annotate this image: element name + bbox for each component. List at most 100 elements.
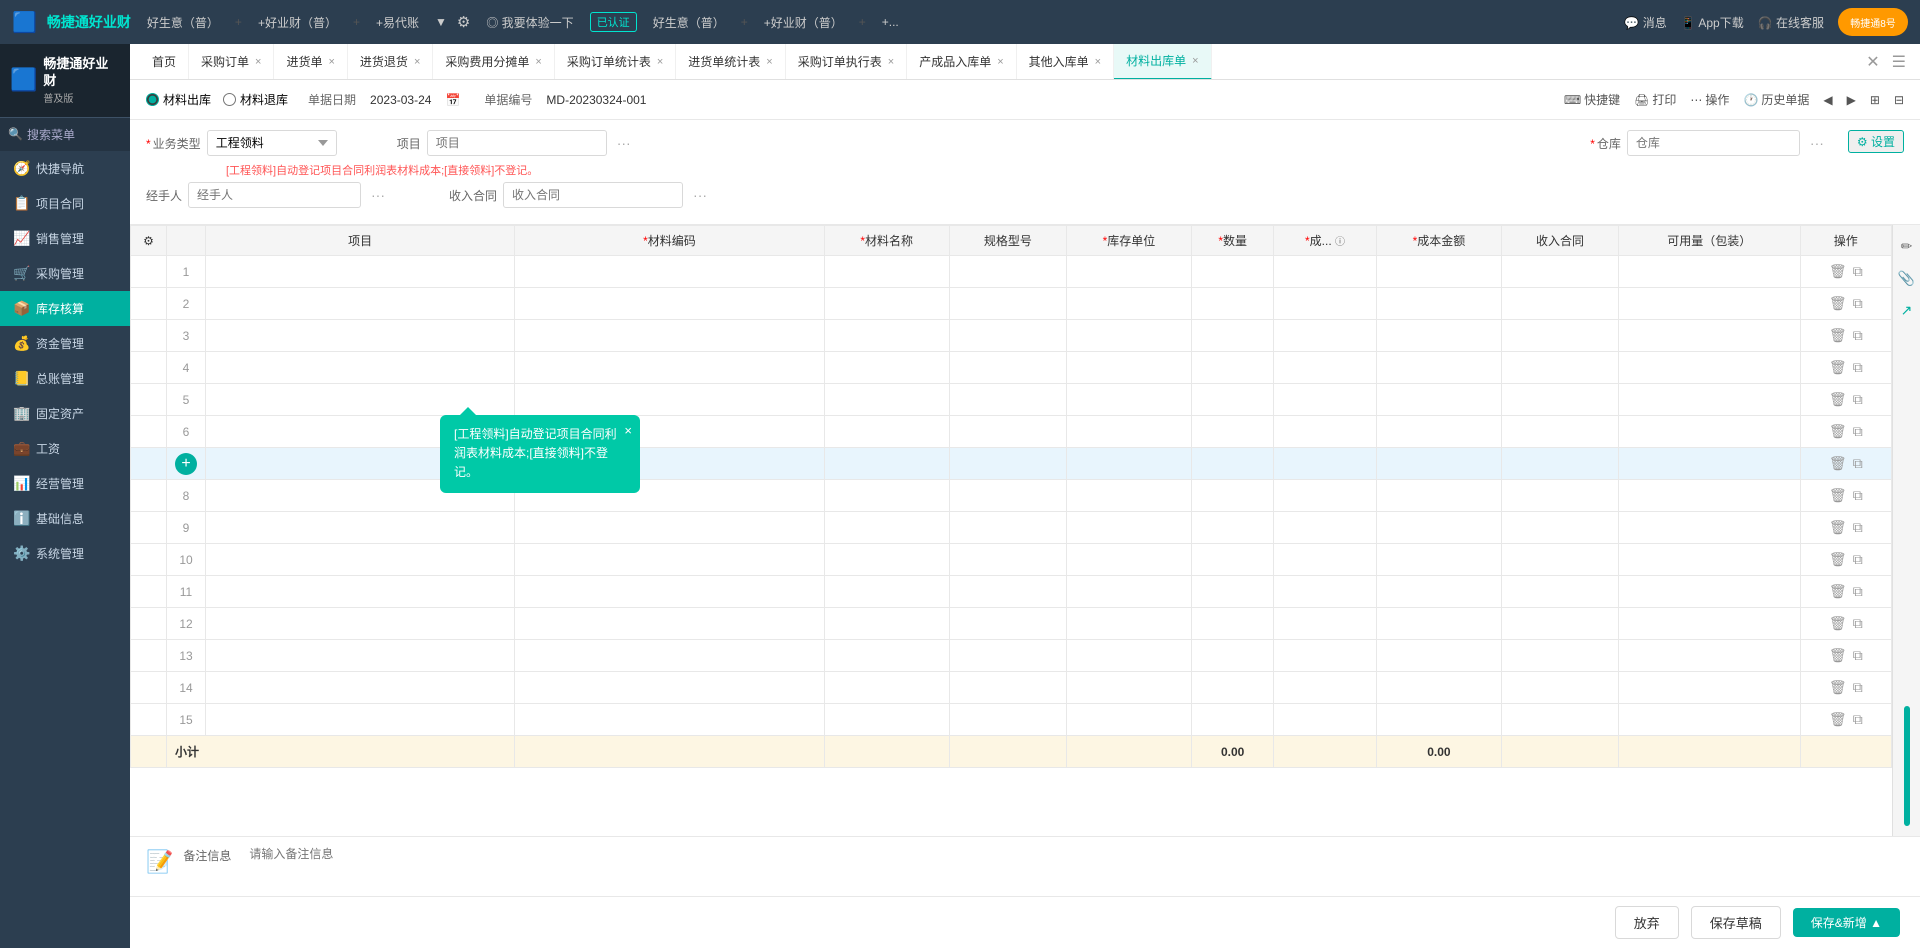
row-cost-rate-cell[interactable]	[1274, 320, 1377, 352]
nav-easy-agency[interactable]: +易代账	[370, 14, 425, 31]
row-copy-btn[interactable]: ⧉	[1853, 327, 1863, 344]
row-delete-btn[interactable]: 🗑	[1829, 647, 1847, 664]
row-name-cell[interactable]	[824, 256, 949, 288]
row-income-cell[interactable]	[1502, 704, 1619, 736]
row-code-cell[interactable]	[515, 352, 824, 384]
row-spec-cell[interactable]	[949, 608, 1066, 640]
row-spec-cell[interactable]	[949, 480, 1066, 512]
row-income-cell[interactable]	[1502, 672, 1619, 704]
row-cost-amount-cell[interactable]	[1376, 448, 1501, 480]
row-code-cell[interactable]	[515, 704, 824, 736]
user-avatar[interactable]: 畅捷通8号	[1838, 8, 1908, 36]
nav-good-finance-2[interactable]: +好业财（普）	[758, 14, 849, 31]
save-new-button[interactable]: 保存&新增 ▲	[1793, 908, 1900, 937]
row-cost-rate-cell[interactable]	[1274, 672, 1377, 704]
print-btn[interactable]: 🖨 打印	[1634, 91, 1676, 108]
row-delete-btn[interactable]: 🗑	[1829, 711, 1847, 728]
row-copy-btn[interactable]: ⧉	[1853, 423, 1863, 440]
quick-key-btn[interactable]: ⌨ 快捷键	[1564, 91, 1620, 108]
row-project-cell[interactable]	[206, 704, 515, 736]
row-project-cell[interactable]	[206, 512, 515, 544]
row-delete-btn[interactable]: 🗑	[1829, 583, 1847, 600]
row-unit-cell[interactable]	[1066, 640, 1191, 672]
nav-good-biz[interactable]: 好生意（普）	[141, 14, 225, 31]
business-type-select[interactable]: 工程领料 直接领料	[207, 130, 337, 156]
sidebar-item-basic-info[interactable]: ℹ️ 基础信息	[0, 501, 130, 536]
row-unit-cell[interactable]	[1066, 448, 1191, 480]
row-spec-cell[interactable]	[949, 544, 1066, 576]
nav-online-service[interactable]: 🎧 在线客服	[1758, 14, 1824, 31]
row-cost-rate-cell[interactable]	[1274, 544, 1377, 576]
row-name-cell[interactable]	[824, 640, 949, 672]
tab-menu-icon[interactable]: ☰	[1888, 52, 1910, 72]
row-project-cell[interactable]	[206, 608, 515, 640]
tab-incoming-return[interactable]: 进货退货 ×	[348, 44, 433, 80]
view-list-btn[interactable]: ⊟	[1894, 93, 1904, 107]
sidebar-item-system[interactable]: ⚙️ 系统管理	[0, 536, 130, 571]
row-unit-cell[interactable]	[1066, 576, 1191, 608]
row-cost-rate-cell[interactable]	[1274, 288, 1377, 320]
tab-close-purchase-order[interactable]: ×	[255, 56, 261, 68]
nav-dropdown-icon[interactable]: ▼	[435, 15, 447, 29]
row-cost-amount-cell[interactable]	[1376, 704, 1501, 736]
row-delete-btn[interactable]: 🗑	[1829, 519, 1847, 536]
row-cost-amount-cell[interactable]	[1376, 544, 1501, 576]
row-income-cell[interactable]	[1502, 288, 1619, 320]
discard-button[interactable]: 放弃	[1615, 906, 1679, 939]
row-spec-cell[interactable]	[949, 704, 1066, 736]
row-copy-btn[interactable]: ⧉	[1853, 519, 1863, 536]
row-qty-cell[interactable]	[1192, 576, 1274, 608]
row-cost-amount-cell[interactable]	[1376, 288, 1501, 320]
row-cost-amount-cell[interactable]	[1376, 672, 1501, 704]
row-delete-btn[interactable]: 🗑	[1829, 423, 1847, 440]
right-panel-attach-btn[interactable]: 📎	[1896, 267, 1918, 289]
row-name-cell[interactable]	[824, 384, 949, 416]
row-name-cell[interactable]	[824, 352, 949, 384]
row-name-cell[interactable]	[824, 480, 949, 512]
row-qty-cell[interactable]	[1192, 608, 1274, 640]
row-unit-cell[interactable]	[1066, 352, 1191, 384]
row-code-cell[interactable]	[515, 288, 824, 320]
operation-btn[interactable]: ⋯ 操作	[1690, 91, 1729, 108]
row-cost-rate-cell[interactable]	[1274, 576, 1377, 608]
row-name-cell[interactable]	[824, 448, 949, 480]
calendar-icon[interactable]: 📅	[445, 93, 460, 107]
handler-input[interactable]	[188, 182, 361, 208]
row-unit-cell[interactable]	[1066, 320, 1191, 352]
row-copy-btn[interactable]: ⧉	[1853, 679, 1863, 696]
view-grid-btn[interactable]: ⊞	[1870, 93, 1880, 107]
row-code-cell[interactable]	[515, 640, 824, 672]
tab-close-incoming[interactable]: ×	[328, 56, 334, 68]
row-delete-btn[interactable]: 🗑	[1829, 359, 1847, 376]
row-qty-cell[interactable]	[1192, 640, 1274, 672]
row-unit-cell[interactable]	[1066, 256, 1191, 288]
income-contract-input[interactable]	[503, 182, 683, 208]
tab-close-purchase-stats[interactable]: ×	[657, 56, 663, 68]
tab-home[interactable]: 首页	[140, 44, 189, 80]
row-spec-cell[interactable]	[949, 320, 1066, 352]
row-spec-cell[interactable]	[949, 640, 1066, 672]
row-unit-cell[interactable]	[1066, 608, 1191, 640]
row-cost-amount-cell[interactable]	[1376, 480, 1501, 512]
tab-close-other-inbound[interactable]: ×	[1095, 56, 1101, 68]
nav-prev-btn[interactable]: ◀	[1823, 93, 1832, 107]
handler-dots-btn[interactable]: ···	[367, 187, 389, 203]
tab-finished-goods[interactable]: 产成品入库单 ×	[907, 44, 1016, 80]
row-qty-cell[interactable]	[1192, 384, 1274, 416]
row-cost-rate-cell[interactable]	[1274, 704, 1377, 736]
tab-close-all[interactable]: ✕	[1858, 52, 1887, 72]
save-draft-button[interactable]: 保存草稿	[1691, 906, 1781, 939]
row-copy-btn[interactable]: ⧉	[1853, 487, 1863, 504]
sidebar-item-ledger[interactable]: 📒 总账管理	[0, 361, 130, 396]
tab-material-outbound[interactable]: 材料出库单 ×	[1114, 44, 1211, 80]
row-spec-cell[interactable]	[949, 384, 1066, 416]
row-copy-btn[interactable]: ⧉	[1853, 295, 1863, 312]
row-code-cell[interactable]	[515, 320, 824, 352]
row-copy-btn[interactable]: ⧉	[1853, 551, 1863, 568]
row-copy-btn[interactable]: ⧉	[1853, 455, 1863, 472]
tab-close-material-outbound[interactable]: ×	[1192, 55, 1198, 67]
row-delete-btn[interactable]: 🗑	[1829, 551, 1847, 568]
row-cost-amount-cell[interactable]	[1376, 512, 1501, 544]
row-income-cell[interactable]	[1502, 576, 1619, 608]
row-project-cell[interactable]	[206, 640, 515, 672]
